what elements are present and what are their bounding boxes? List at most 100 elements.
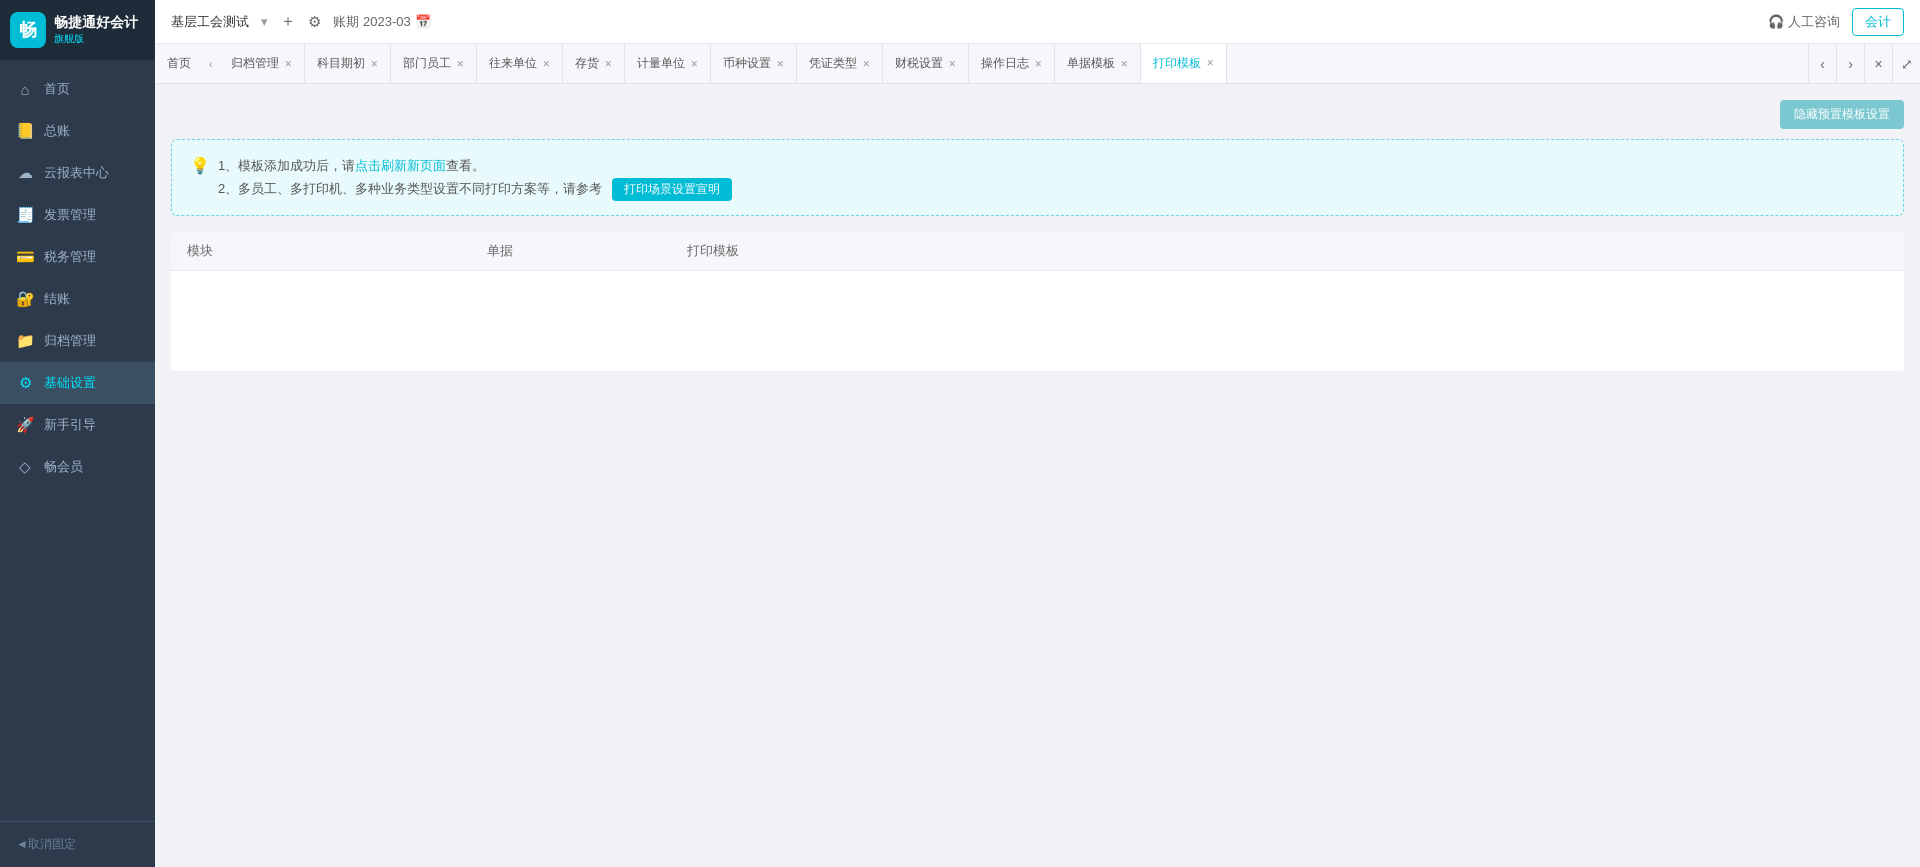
tab-archive-close[interactable]: × <box>285 58 292 70</box>
company-dropdown-icon[interactable]: ▾ <box>261 14 268 29</box>
th-print-template: 打印模板 <box>687 242 1888 260</box>
tab-department-close[interactable]: × <box>457 58 464 70</box>
tab-actions: ‹ › × ⤢ <box>1808 44 1920 83</box>
period-display: 账期 2023-03 📅 <box>333 13 431 31</box>
tab-nav-back[interactable]: ‹ <box>203 44 219 83</box>
tab-oplog[interactable]: 操作日志 × <box>969 44 1055 83</box>
action-bar: 隐藏预置模板设置 <box>171 100 1904 129</box>
tab-oplog-label: 操作日志 <box>981 55 1029 72</box>
tab-oplog-close[interactable]: × <box>1035 58 1042 70</box>
tab-print[interactable]: 打印模板 × <box>1141 44 1227 84</box>
print-scene-button[interactable]: 打印场景设置宣明 <box>612 178 732 201</box>
topbar-right: 🎧 人工咨询 会计 <box>1768 8 1904 36</box>
calendar-icon[interactable]: 📅 <box>415 14 431 29</box>
notice-refresh-link[interactable]: 点击刷新新页面 <box>355 158 446 173</box>
sidebar-item-home[interactable]: ⌂ 首页 <box>0 68 155 110</box>
tab-archive[interactable]: 归档管理 × <box>219 44 305 83</box>
main-area: 基层工会测试 ▾ ＋ ⚙ 账期 2023-03 📅 🎧 人工咨询 会计 首页 ‹… <box>155 0 1920 867</box>
logo-text: 畅捷通好会计 旗舰版 <box>54 14 138 46</box>
add-tab-button[interactable]: ＋ <box>280 11 296 32</box>
sidebar-item-archive[interactable]: 📁 归档管理 <box>0 320 155 362</box>
tab-currency-close[interactable]: × <box>777 58 784 70</box>
tab-finance-label: 财税设置 <box>895 55 943 72</box>
table-header: 模块 单据 打印模板 <box>171 232 1904 271</box>
tab-currency-label: 币种设置 <box>723 55 771 72</box>
sidebar-label-tax: 税务管理 <box>44 248 96 266</box>
sidebar-logo: 畅 畅捷通好会计 旗舰版 <box>0 0 155 60</box>
tab-subject-label: 科目期初 <box>317 55 365 72</box>
sidebar-label-guide: 新手引导 <box>44 416 96 434</box>
tab-subject[interactable]: 科目期初 × <box>305 44 391 83</box>
tab-partner[interactable]: 往来单位 × <box>477 44 563 83</box>
tab-unit-close[interactable]: × <box>691 58 698 70</box>
tabbar: 首页 ‹ 归档管理 × 科目期初 × 部门员工 × 往来单位 × 存货 × 计量… <box>155 44 1920 84</box>
tab-inventory-label: 存货 <box>575 55 599 72</box>
notice-line1: 1、模板添加成功后，请点击刷新新页面查看。 <box>218 154 732 177</box>
home-icon: ⌂ <box>16 80 34 98</box>
headset-icon: 🎧 <box>1768 14 1784 29</box>
logo-sub: 旗舰版 <box>54 32 138 46</box>
sidebar-label-archive: 归档管理 <box>44 332 96 350</box>
sidebar-item-ledger[interactable]: 📒总账 <box>0 110 155 152</box>
period-label: 账期 <box>333 13 359 31</box>
sidebar-label-member: 畅会员 <box>44 458 83 476</box>
hide-template-button[interactable]: 隐藏预置模板设置 <box>1780 100 1904 129</box>
tab-home[interactable]: 首页 <box>155 44 203 83</box>
guide-icon: 🚀 <box>16 416 34 434</box>
tab-subject-close[interactable]: × <box>371 58 378 70</box>
company-name: 基层工会测试 <box>171 13 249 31</box>
tab-archive-label: 归档管理 <box>231 55 279 72</box>
member-icon: ◇ <box>16 458 34 476</box>
notice-text-2: 查看。 <box>446 158 485 173</box>
sidebar-unpin-button[interactable]: ◄取消固定 <box>0 821 155 867</box>
table-body <box>171 271 1904 371</box>
th-module: 模块 <box>187 242 487 260</box>
tax-icon: 💳 <box>16 248 34 266</box>
sidebar-item-settings[interactable]: ⚙基础设置 <box>0 362 155 404</box>
tab-inventory[interactable]: 存货 × <box>563 44 625 83</box>
topbar: 基层工会测试 ▾ ＋ ⚙ 账期 2023-03 📅 🎧 人工咨询 会计 <box>155 0 1920 44</box>
sidebar-item-closing[interactable]: 🔐结账 <box>0 278 155 320</box>
tab-finance-close[interactable]: × <box>949 58 956 70</box>
th-slip: 单据 <box>487 242 687 260</box>
sidebar-label-invoice: 发票管理 <box>44 206 96 224</box>
unpin-label: ◄取消固定 <box>16 836 76 853</box>
bulb-icon: 💡 <box>190 156 210 175</box>
notice-text-1: 1、模板添加成功后，请 <box>218 158 355 173</box>
logo-title: 畅捷通好会计 <box>54 14 138 32</box>
sidebar-item-member[interactable]: ◇ 畅会员 <box>0 446 155 488</box>
tab-voucher-close[interactable]: × <box>863 58 870 70</box>
tab-department[interactable]: 部门员工 × <box>391 44 477 83</box>
sidebar-item-tax[interactable]: 💳 税务管理 <box>0 236 155 278</box>
sidebar-item-invoice[interactable]: 🧾 发票管理 <box>0 194 155 236</box>
tab-partner-close[interactable]: × <box>543 58 550 70</box>
accountant-button[interactable]: 会计 <box>1852 8 1904 36</box>
tab-print-close[interactable]: × <box>1207 57 1214 69</box>
sidebar-label-home: 首页 <box>44 80 70 98</box>
tab-currency[interactable]: 币种设置 × <box>711 44 797 83</box>
tab-scroll-left[interactable]: ‹ <box>1808 44 1836 83</box>
sidebar-label-reports: 云报表中心 <box>44 164 109 182</box>
tab-partner-label: 往来单位 <box>489 55 537 72</box>
tab-slip[interactable]: 单据模板 × <box>1055 44 1141 83</box>
notice-line2: 2、多员工、多打印机、多种业务类型设置不同打印方案等，请参考 打印场景设置宣明 <box>218 177 732 201</box>
tab-unit-label: 计量单位 <box>637 55 685 72</box>
archive-icon: 📁 <box>16 332 34 350</box>
tab-voucher[interactable]: 凭证类型 × <box>797 44 883 83</box>
tab-inventory-close[interactable]: × <box>605 58 612 70</box>
logo-icon: 畅 <box>10 12 46 48</box>
sidebar-item-guide[interactable]: 🚀 新手引导 <box>0 404 155 446</box>
service-button[interactable]: 🎧 人工咨询 <box>1768 13 1840 31</box>
tab-expand[interactable]: ⤢ <box>1892 44 1920 83</box>
sidebar: 畅 畅捷通好会计 旗舰版 ⌂ 首页 📒总账☁云报表中心 🧾 发票管理 💳 税务管理 🔐结账 📁 归… <box>0 0 155 867</box>
sidebar-item-reports[interactable]: ☁云报表中心 <box>0 152 155 194</box>
tab-close-all[interactable]: × <box>1864 44 1892 83</box>
settings-gear-icon[interactable]: ⚙ <box>308 13 321 31</box>
invoice-icon: 🧾 <box>16 206 34 224</box>
sidebar-label-ledger: 总账 <box>44 122 70 140</box>
notice-text-3: 2、多员工、多打印机、多种业务类型设置不同打印方案等，请参考 <box>218 181 602 196</box>
tab-finance[interactable]: 财税设置 × <box>883 44 969 83</box>
tab-slip-close[interactable]: × <box>1121 58 1128 70</box>
tab-unit[interactable]: 计量单位 × <box>625 44 711 83</box>
tab-scroll-right[interactable]: › <box>1836 44 1864 83</box>
